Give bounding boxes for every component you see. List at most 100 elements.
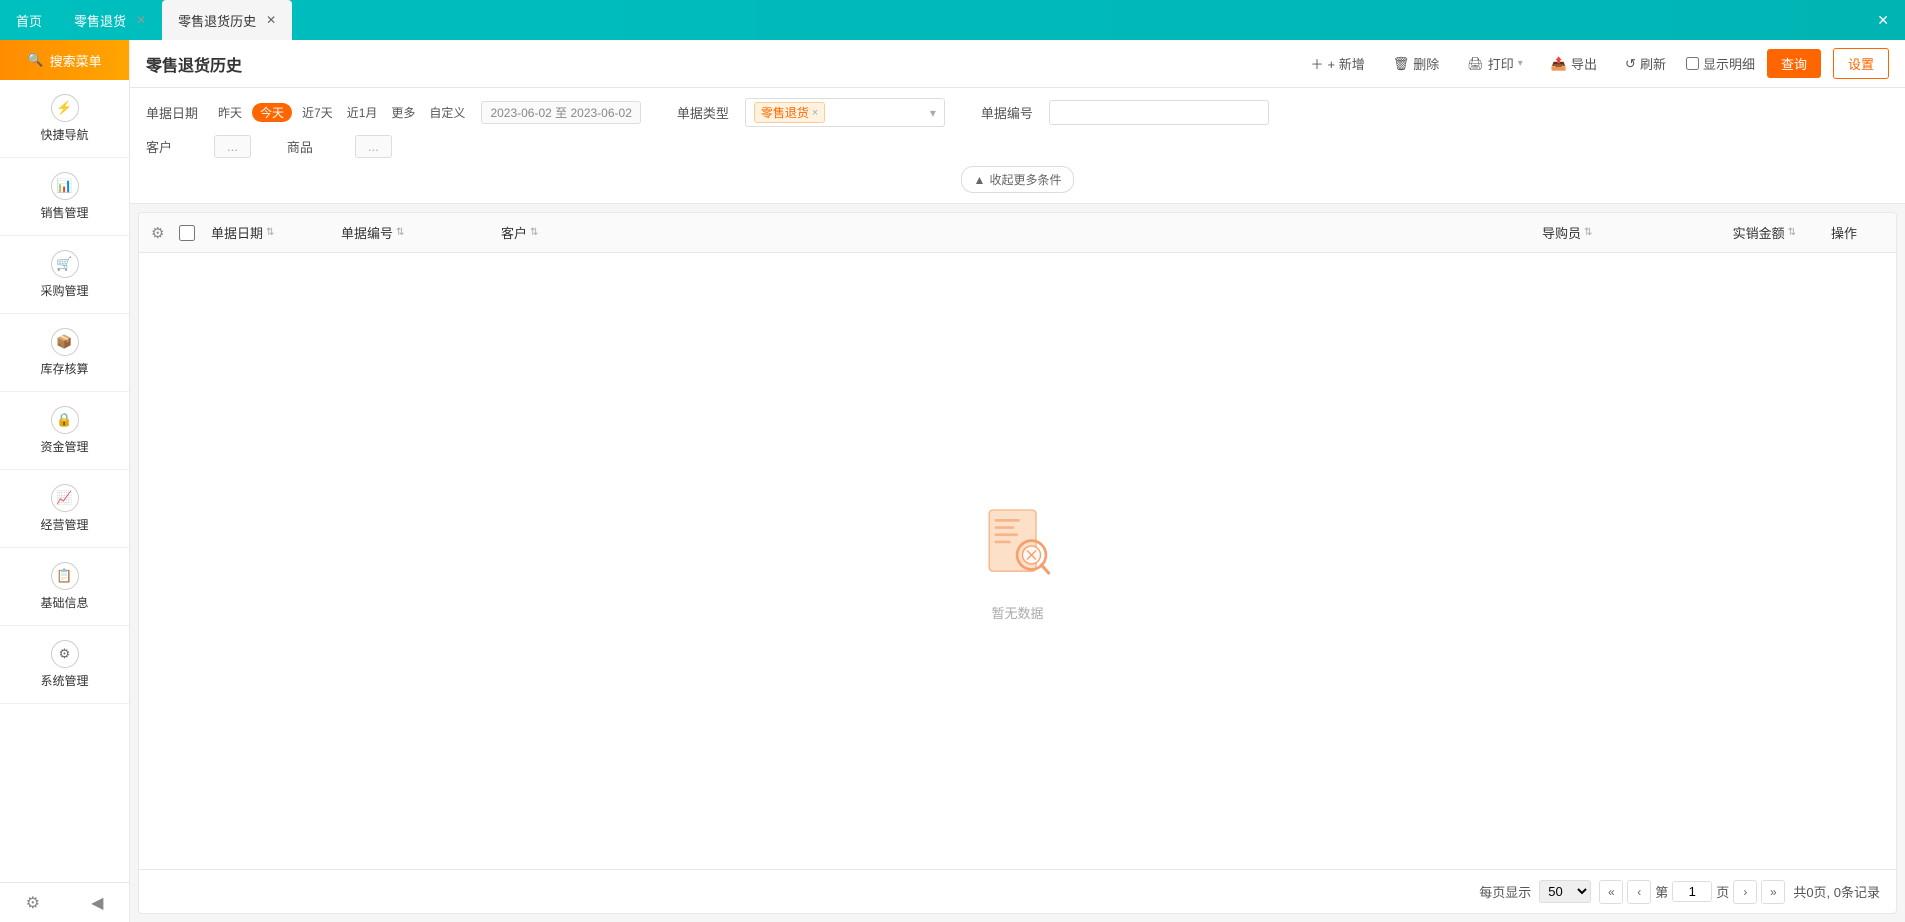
per-page-select[interactable]: 20 50 100 200	[1539, 880, 1591, 903]
next-page-btn[interactable]: ›	[1733, 880, 1757, 904]
date-btn-today[interactable]: 今天	[252, 103, 292, 122]
sidebar-item-finance-mgmt[interactable]: 🔒 资金管理	[0, 392, 129, 470]
date-btn-7days[interactable]: 近7天	[298, 103, 337, 122]
sidebar-item-sales-mgmt[interactable]: 📊 销售管理	[0, 158, 129, 236]
last-page-btn[interactable]: »	[1761, 880, 1785, 904]
customer-input[interactable]: ...	[214, 135, 251, 158]
sidebar-menu: ⚡ 快捷导航 📊 销售管理 🛒 采购管理 📦 库存核算 🔒 资金管理 📈	[0, 80, 129, 882]
col-header-date[interactable]: 单据日期 ⇅	[203, 223, 333, 242]
sidebar-item-system-mgmt[interactable]: ⚙ 系统管理	[0, 626, 129, 704]
tab-retail-return-history[interactable]: 零售退货历史 ✕	[162, 0, 292, 40]
sort-amount-icon: ⇅	[1788, 227, 1796, 238]
col-header-doc-no[interactable]: 单据编号 ⇅	[333, 223, 493, 242]
date-shortcuts: 昨天 今天 近7天 近1月 更多 自定义	[214, 103, 469, 122]
doc-type-remove[interactable]: ×	[812, 107, 818, 119]
new-icon: ＋	[1311, 54, 1324, 73]
doc-type-dropdown-arrow[interactable]: ▾	[930, 106, 936, 120]
doc-type-label: 单据类型	[677, 103, 733, 122]
date-filter-label: 单据日期	[146, 103, 202, 122]
empty-state: 暂无数据	[139, 253, 1896, 869]
quick-nav-icon: ⚡	[51, 94, 79, 122]
sort-docno-icon: ⇅	[396, 227, 404, 238]
sidebar-item-quick-nav[interactable]: ⚡ 快捷导航	[0, 80, 129, 158]
delete-icon: 🗑	[1393, 56, 1410, 72]
sales-mgmt-icon: 📊	[51, 172, 79, 200]
page-title: 零售退货历史	[146, 52, 242, 76]
page-unit: 页	[1716, 882, 1729, 901]
purchase-mgmt-icon: 🛒	[51, 250, 79, 278]
collapse-icon: ▲	[974, 173, 986, 187]
sort-date-icon: ⇅	[266, 227, 274, 238]
empty-text: 暂无数据	[991, 603, 1043, 622]
goods-input[interactable]: ...	[355, 135, 392, 158]
customer-label: 客户	[146, 137, 202, 156]
sidebar-item-basic-info[interactable]: 📋 基础信息	[0, 548, 129, 626]
col-header-guide[interactable]: 导购员 ⇅	[1534, 223, 1684, 242]
date-btn-custom[interactable]: 自定义	[425, 103, 469, 122]
pagination: 每页显示 20 50 100 200 « ‹ 第 页 › » 共0页, 0条记录	[139, 869, 1896, 913]
search-icon: 🔍	[27, 52, 43, 68]
col-header-customer[interactable]: 客户 ⇅	[493, 223, 1534, 242]
sidebar-item-ops-mgmt[interactable]: 📈 经营管理	[0, 470, 129, 548]
prev-page-btn[interactable]: ‹	[1627, 880, 1651, 904]
export-icon: 📤	[1551, 56, 1567, 72]
select-all-checkbox[interactable]	[179, 225, 195, 241]
delete-button[interactable]: 🗑 删除	[1385, 50, 1448, 77]
collapse-filter-btn[interactable]: ▲ 收起更多条件	[961, 166, 1075, 193]
finance-mgmt-icon: 🔒	[51, 406, 79, 434]
top-bar: 首页 零售退货 ✕ 零售退货历史 ✕ ✕	[0, 0, 1905, 40]
date-btn-more[interactable]: 更多	[387, 103, 419, 122]
ops-mgmt-icon: 📈	[51, 484, 79, 512]
collapse-sidebar-icon[interactable]: ◀	[91, 893, 103, 913]
print-icon: 🖨	[1467, 56, 1484, 72]
new-button[interactable]: ＋ + 新增	[1303, 50, 1373, 77]
sidebar-bottom: ⚙ ◀	[0, 882, 129, 922]
top-bar-close[interactable]: ✕	[1877, 12, 1905, 29]
filter-row-1: 单据日期 昨天 今天 近7天 近1月 更多 自定义 2023-06-02 至 2…	[146, 98, 1889, 127]
tab-retail-return[interactable]: 零售退货 ✕	[58, 0, 162, 40]
system-mgmt-icon: ⚙	[51, 640, 79, 668]
first-page-btn[interactable]: «	[1599, 880, 1623, 904]
inventory-icon: 📦	[51, 328, 79, 356]
settings-button[interactable]: 设置	[1833, 48, 1889, 79]
date-btn-yesterday[interactable]: 昨天	[214, 103, 246, 122]
doc-type-select[interactable]: 零售退货 × ▾	[745, 98, 945, 127]
content-area: 零售退货历史 ＋ + 新增 🗑 删除 🖨 打印 ▾ 📤 导出	[130, 40, 1905, 922]
sidebar-search[interactable]: 🔍 搜索菜单	[0, 40, 129, 80]
refresh-icon: ↺	[1625, 56, 1636, 72]
tab-home[interactable]: 首页	[0, 0, 58, 40]
filter-row-2: 客户 ... 商品 ...	[146, 135, 1889, 158]
print-dropdown-icon: ▾	[1518, 58, 1523, 69]
sidebar-item-inventory[interactable]: 📦 库存核算	[0, 314, 129, 392]
settings-bottom-icon[interactable]: ⚙	[26, 893, 40, 913]
refresh-button[interactable]: ↺ 刷新	[1617, 50, 1674, 77]
sort-guide-icon: ⇅	[1584, 227, 1592, 238]
page-number-input[interactable]	[1672, 881, 1712, 902]
tab-list: 首页 零售退货 ✕ 零售退货历史 ✕	[0, 0, 1877, 40]
sort-customer-icon: ⇅	[530, 227, 538, 238]
main-layout: 🔍 搜索菜单 ⚡ 快捷导航 📊 销售管理 🛒 采购管理 📦 库存核算 🔒	[0, 40, 1905, 922]
sidebar-item-purchase-mgmt[interactable]: 🛒 采购管理	[0, 236, 129, 314]
doc-type-tag: 零售退货 ×	[754, 102, 825, 123]
print-button[interactable]: 🖨 打印 ▾	[1459, 50, 1531, 77]
display-toggle[interactable]: 显示明细	[1686, 54, 1755, 73]
basic-info-icon: 📋	[51, 562, 79, 590]
per-page-label: 每页显示	[1479, 882, 1531, 901]
table-settings-icon[interactable]: ⚙	[151, 224, 164, 242]
col-header-amount[interactable]: 实销金额 ⇅	[1684, 223, 1804, 242]
date-btn-1month[interactable]: 近1月	[343, 103, 382, 122]
page-nav: « ‹ 第 页 › »	[1599, 880, 1785, 904]
goods-label: 商品	[287, 137, 343, 156]
page-label: 第	[1655, 882, 1668, 901]
export-button[interactable]: 📤 导出	[1543, 50, 1605, 77]
close-retail-return-tab[interactable]: ✕	[136, 13, 146, 27]
close-retail-return-history-tab[interactable]: ✕	[266, 13, 276, 27]
page-header: 零售退货历史 ＋ + 新增 🗑 删除 🖨 打印 ▾ 📤 导出	[130, 40, 1905, 88]
doc-no-input[interactable]	[1049, 100, 1269, 125]
query-button[interactable]: 查询	[1767, 49, 1821, 78]
date-range-input[interactable]: 2023-06-02 至 2023-06-02	[481, 101, 640, 124]
empty-illustration	[973, 501, 1063, 591]
total-info: 共0页, 0条记录	[1793, 882, 1880, 901]
sidebar: 🔍 搜索菜单 ⚡ 快捷导航 📊 销售管理 🛒 采购管理 📦 库存核算 🔒	[0, 40, 130, 922]
display-toggle-checkbox[interactable]	[1686, 57, 1699, 70]
